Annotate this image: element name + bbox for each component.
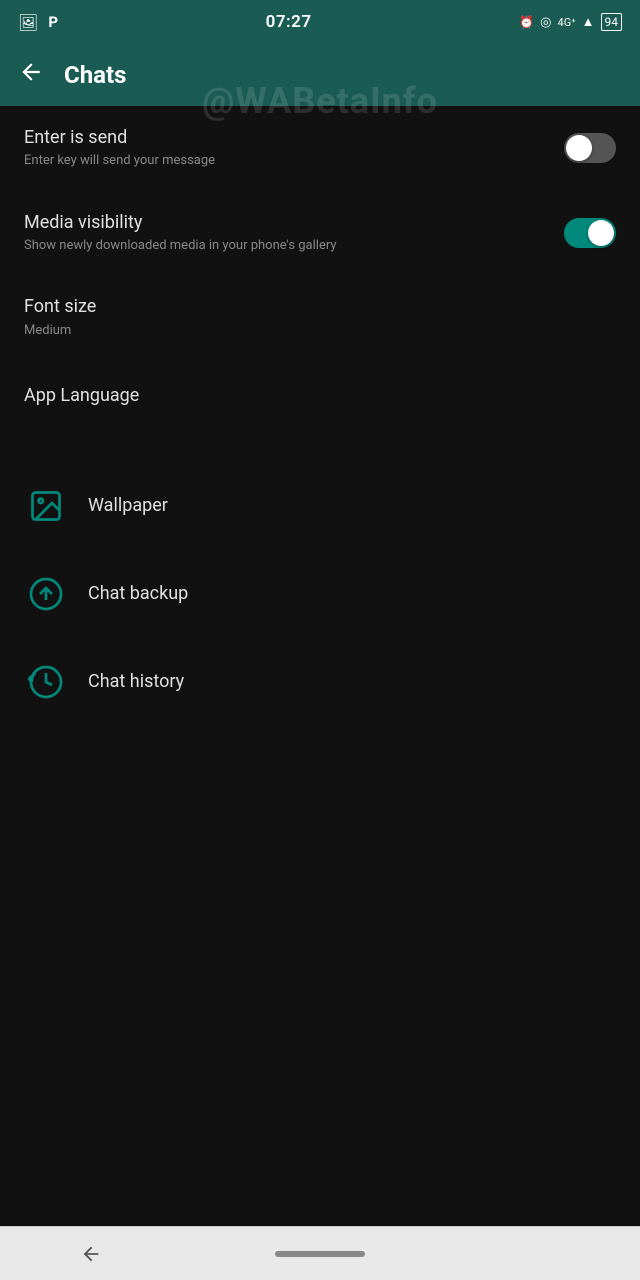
app-language-label: App Language (24, 384, 616, 407)
media-visibility-label: Media visibility (24, 211, 564, 234)
font-size-label: Font size (24, 295, 616, 318)
network-icon: 4G⁺ (558, 16, 576, 29)
nav-pill (275, 1251, 365, 1257)
media-visibility-toggle-container[interactable] (564, 218, 616, 248)
status-bar: 🖼 P 07:27 ⏰ ◎ 4G⁺ ▲ 94 (0, 0, 640, 44)
chat-history-item[interactable]: Chat history (0, 638, 640, 726)
photo-icon: 🖼 (18, 13, 38, 32)
enter-is-send-toggle-container[interactable] (564, 133, 616, 163)
p-icon: P (48, 13, 58, 31)
enter-is-send-desc: Enter key will send your message (24, 152, 464, 170)
signal-icon: ▲ (582, 14, 595, 30)
wallpaper-label: Wallpaper (88, 495, 168, 516)
chat-backup-icon (24, 572, 68, 616)
font-size-item[interactable]: Font size Medium (0, 275, 640, 360)
enter-is-send-item[interactable]: Enter is send Enter key will send your m… (0, 106, 640, 191)
media-visibility-item[interactable]: Media visibility Show newly downloaded m… (0, 191, 640, 276)
battery-icon: 94 (601, 13, 623, 31)
font-size-left: Font size Medium (24, 295, 616, 340)
chat-history-icon (24, 660, 68, 704)
media-visibility-toggle[interactable] (564, 218, 616, 248)
status-bar-right: ⏰ ◎ 4G⁺ ▲ 94 (519, 13, 622, 31)
enter-is-send-label: Enter is send (24, 126, 564, 149)
app-language-left: App Language (24, 384, 616, 407)
enter-is-send-toggle-thumb (566, 135, 592, 161)
navigation-bar (0, 1226, 640, 1280)
enter-is-send-left: Enter is send Enter key will send your m… (24, 126, 564, 171)
alarm-icon: ⏰ (519, 15, 534, 29)
chat-backup-item[interactable]: Chat backup (0, 550, 640, 638)
settings-content: Enter is send Enter key will send your m… (0, 106, 640, 1226)
media-visibility-left: Media visibility Show newly downloaded m… (24, 211, 564, 256)
status-bar-left: 🖼 P (18, 13, 58, 32)
page-title: Chats (64, 61, 126, 89)
app-language-item[interactable]: App Language (0, 360, 640, 432)
status-bar-time: 07:27 (266, 12, 312, 32)
media-visibility-toggle-thumb (588, 220, 614, 246)
back-button[interactable] (18, 59, 44, 91)
media-visibility-desc: Show newly downloaded media in your phon… (24, 237, 464, 255)
nav-back-button[interactable] (80, 1243, 102, 1265)
app-bar: Chats (0, 44, 640, 106)
font-size-value: Medium (24, 322, 464, 340)
wallpaper-icon (24, 484, 68, 528)
wifi-icon: ◎ (540, 15, 551, 30)
chat-history-label: Chat history (88, 671, 184, 692)
enter-is-send-toggle[interactable] (564, 133, 616, 163)
chat-backup-label: Chat backup (88, 583, 188, 604)
wallpaper-item[interactable]: Wallpaper (0, 462, 640, 550)
spacer-1 (0, 432, 640, 462)
